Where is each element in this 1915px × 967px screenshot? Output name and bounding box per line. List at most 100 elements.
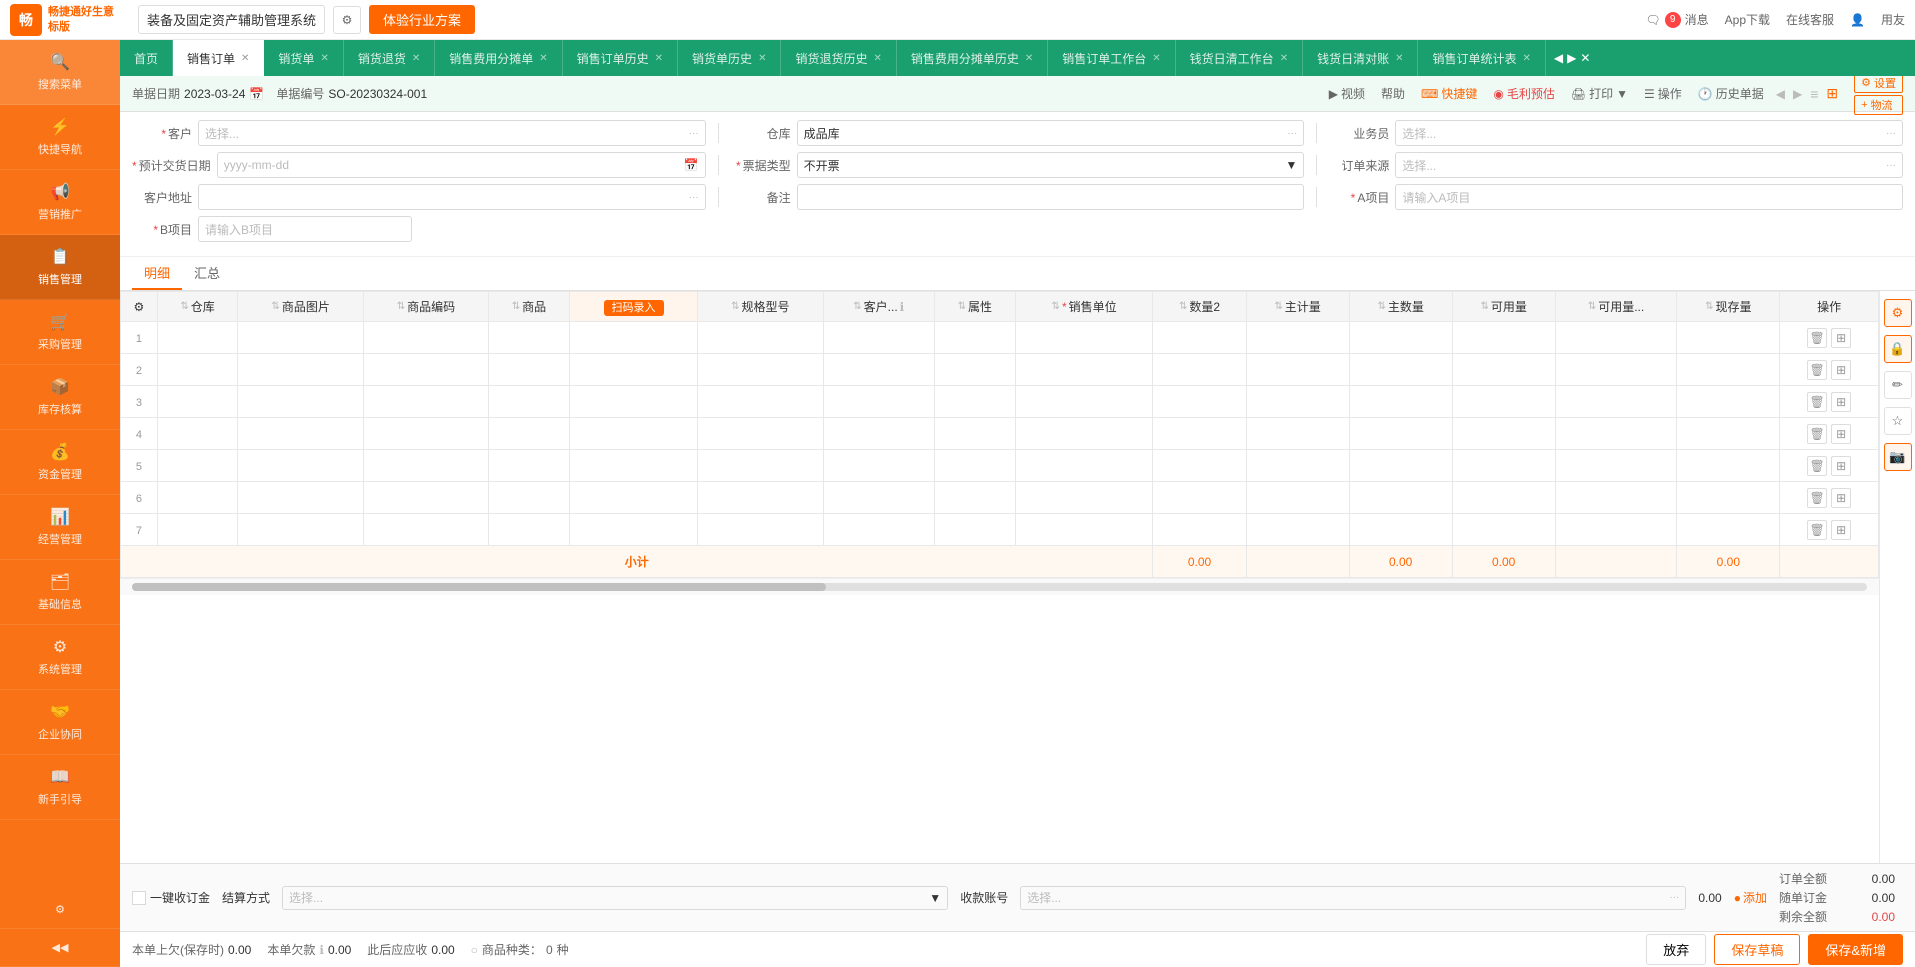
- detail-tab-summary[interactable]: 汇总: [182, 257, 232, 290]
- sidebar-collapse-btn[interactable]: ◀◀: [0, 929, 120, 967]
- tab-sales-order[interactable]: 销售订单 ✕: [173, 40, 264, 76]
- scrollbar-thumb[interactable]: [132, 583, 826, 591]
- tab-sales-goods[interactable]: 销货单 ✕: [264, 40, 343, 76]
- payment-select[interactable]: 选择... ▼: [282, 886, 948, 910]
- order-source-input[interactable]: 选择... ···: [1395, 152, 1903, 178]
- tab-order-history[interactable]: 销售订单历史 ✕: [563, 40, 678, 76]
- row-4-copy[interactable]: ⊞: [1831, 424, 1851, 444]
- system-name[interactable]: 装备及固定资产辅助管理系统: [138, 5, 325, 34]
- print-btn[interactable]: 🖨 打印 ▼: [1567, 83, 1632, 104]
- remark-input[interactable]: [797, 184, 1305, 210]
- row-2-mqty[interactable]: [1349, 354, 1452, 386]
- sidebar-item-basicinfo[interactable]: 🗂 基础信息: [0, 560, 120, 625]
- row-1-warehouse[interactable]: [157, 322, 238, 354]
- salesperson-input[interactable]: 选择... ···: [1395, 120, 1903, 146]
- row-2-attr[interactable]: [935, 354, 1016, 386]
- b-project-input[interactable]: 请输入B项目: [198, 216, 412, 242]
- row-1-image[interactable]: [238, 322, 363, 354]
- scroll-area[interactable]: [120, 578, 1879, 595]
- row-1-attr[interactable]: [935, 322, 1016, 354]
- settings-right-btn[interactable]: ⚙ 设置: [1854, 76, 1903, 93]
- tab-return[interactable]: 销货退货 ✕: [344, 40, 435, 76]
- tab-next-icon[interactable]: ▶: [1567, 51, 1576, 65]
- row-2-ccode[interactable]: [823, 354, 935, 386]
- customer-address-input[interactable]: ···: [198, 184, 706, 210]
- sidebar-item-inventory[interactable]: 📦 库存核算: [0, 365, 120, 430]
- row-2-product[interactable]: [489, 354, 570, 386]
- row-2-code[interactable]: [363, 354, 488, 386]
- sidebar-item-search[interactable]: 🔍 搜索菜单: [0, 40, 120, 105]
- tab-fee-history-close[interactable]: ✕: [1025, 53, 1033, 64]
- tab-order-history-close[interactable]: ✕: [655, 53, 663, 64]
- row-4-delete[interactable]: 🗑: [1807, 424, 1827, 444]
- tab-return-history-close[interactable]: ✕: [873, 53, 881, 64]
- save-draft-button[interactable]: 保存草稿: [1714, 934, 1800, 965]
- sidebar-item-guide[interactable]: 📖 新手引导: [0, 755, 120, 820]
- a-project-input[interactable]: 请输入A项目: [1395, 184, 1903, 210]
- row-1-delete[interactable]: 🗑: [1807, 328, 1827, 348]
- detail-tab-detail[interactable]: 明细: [132, 257, 182, 290]
- tab-more-icon[interactable]: ✕: [1580, 51, 1590, 65]
- tab-order-workbench-close[interactable]: ✕: [1152, 53, 1160, 64]
- row-5-delete[interactable]: 🗑: [1807, 456, 1827, 476]
- row-1-product[interactable]: [489, 322, 570, 354]
- view-grid-icon[interactable]: ⊞: [1826, 85, 1838, 102]
- view-list-icon[interactable]: ≡: [1810, 86, 1818, 102]
- row-2-avail[interactable]: [1452, 354, 1555, 386]
- row-2-stock[interactable]: [1677, 354, 1780, 386]
- row-1-unit[interactable]: [1015, 322, 1153, 354]
- row-3-delete[interactable]: 🗑: [1807, 392, 1827, 412]
- tab-daily-reconcile-close[interactable]: ✕: [1395, 53, 1403, 64]
- tab-daily-reconcile[interactable]: 钱货日清对账 ✕: [1303, 40, 1418, 76]
- sidebar-item-finance[interactable]: 💰 资金管理: [0, 430, 120, 495]
- row-1-ccode[interactable]: [823, 322, 935, 354]
- sidebar-item-quicknav[interactable]: ⚡ 快捷导航: [0, 105, 120, 170]
- nav-prev-icon[interactable]: ◀: [1776, 87, 1785, 101]
- solution-button[interactable]: 体验行业方案: [369, 5, 475, 34]
- one-click-field[interactable]: 一键收订金: [132, 889, 210, 906]
- tab-order-workbench[interactable]: 销售订单工作台 ✕: [1048, 40, 1175, 76]
- row-1-mqty[interactable]: [1349, 322, 1452, 354]
- row-2-qty2[interactable]: [1153, 354, 1246, 386]
- row-7-copy[interactable]: ⊞: [1831, 520, 1851, 540]
- right-icon-star[interactable]: ☆: [1884, 407, 1912, 435]
- row-1-qty2[interactable]: [1153, 322, 1246, 354]
- scan-button[interactable]: 扫码录入: [604, 300, 664, 316]
- sidebar-item-corp[interactable]: 🤝 企业协同: [0, 690, 120, 755]
- tab-order-stats-close[interactable]: ✕: [1523, 53, 1531, 64]
- add-button[interactable]: ● 添加: [1734, 889, 1767, 906]
- row-3-warehouse[interactable]: [157, 386, 238, 418]
- invoice-type-select[interactable]: 不开票 ▼: [797, 152, 1305, 178]
- row-1-spec[interactable]: [698, 322, 823, 354]
- row-2-avail2[interactable]: [1555, 354, 1677, 386]
- help-btn[interactable]: 帮助: [1377, 83, 1409, 104]
- col-settings[interactable]: ⚙: [121, 292, 158, 322]
- save-new-button[interactable]: 保存&新增: [1808, 934, 1903, 965]
- row-2-unit[interactable]: [1015, 354, 1153, 386]
- tab-return-history[interactable]: 销货退货历史 ✕: [781, 40, 896, 76]
- tab-fee-split-close[interactable]: ✕: [539, 53, 547, 64]
- row-1-stock[interactable]: [1677, 322, 1780, 354]
- sidebar-item-marketing[interactable]: 📢 营销推广: [0, 170, 120, 235]
- row-1-avail[interactable]: [1452, 322, 1555, 354]
- row-1-copy[interactable]: ⊞: [1831, 328, 1851, 348]
- operate-btn[interactable]: ☰ 操作: [1640, 83, 1686, 104]
- view-btn[interactable]: ▶ 视频: [1325, 83, 1369, 104]
- tab-fee-split[interactable]: 销售费用分摊单 ✕: [435, 40, 562, 76]
- row-1-scan[interactable]: [569, 322, 697, 354]
- online-service-btn[interactable]: 在线客服: [1786, 11, 1834, 28]
- tab-order-stats[interactable]: 销售订单统计表 ✕: [1418, 40, 1545, 76]
- app-download-btn[interactable]: App下载: [1725, 11, 1770, 28]
- row-2-delete[interactable]: 🗑: [1807, 360, 1827, 380]
- row-6-copy[interactable]: ⊞: [1831, 488, 1851, 508]
- tab-sales-goods-close[interactable]: ✕: [320, 53, 328, 64]
- one-click-checkbox[interactable]: [132, 891, 146, 905]
- row-3-copy[interactable]: ⊞: [1831, 392, 1851, 412]
- tab-return-close[interactable]: ✕: [412, 53, 420, 64]
- right-icon-lock[interactable]: 🔒: [1884, 335, 1912, 363]
- tab-sales-order-close[interactable]: ✕: [241, 53, 249, 64]
- row-6-delete[interactable]: 🗑: [1807, 488, 1827, 508]
- row-2-image[interactable]: [238, 354, 363, 386]
- row-1-code[interactable]: [363, 322, 488, 354]
- row-7-delete[interactable]: 🗑: [1807, 520, 1827, 540]
